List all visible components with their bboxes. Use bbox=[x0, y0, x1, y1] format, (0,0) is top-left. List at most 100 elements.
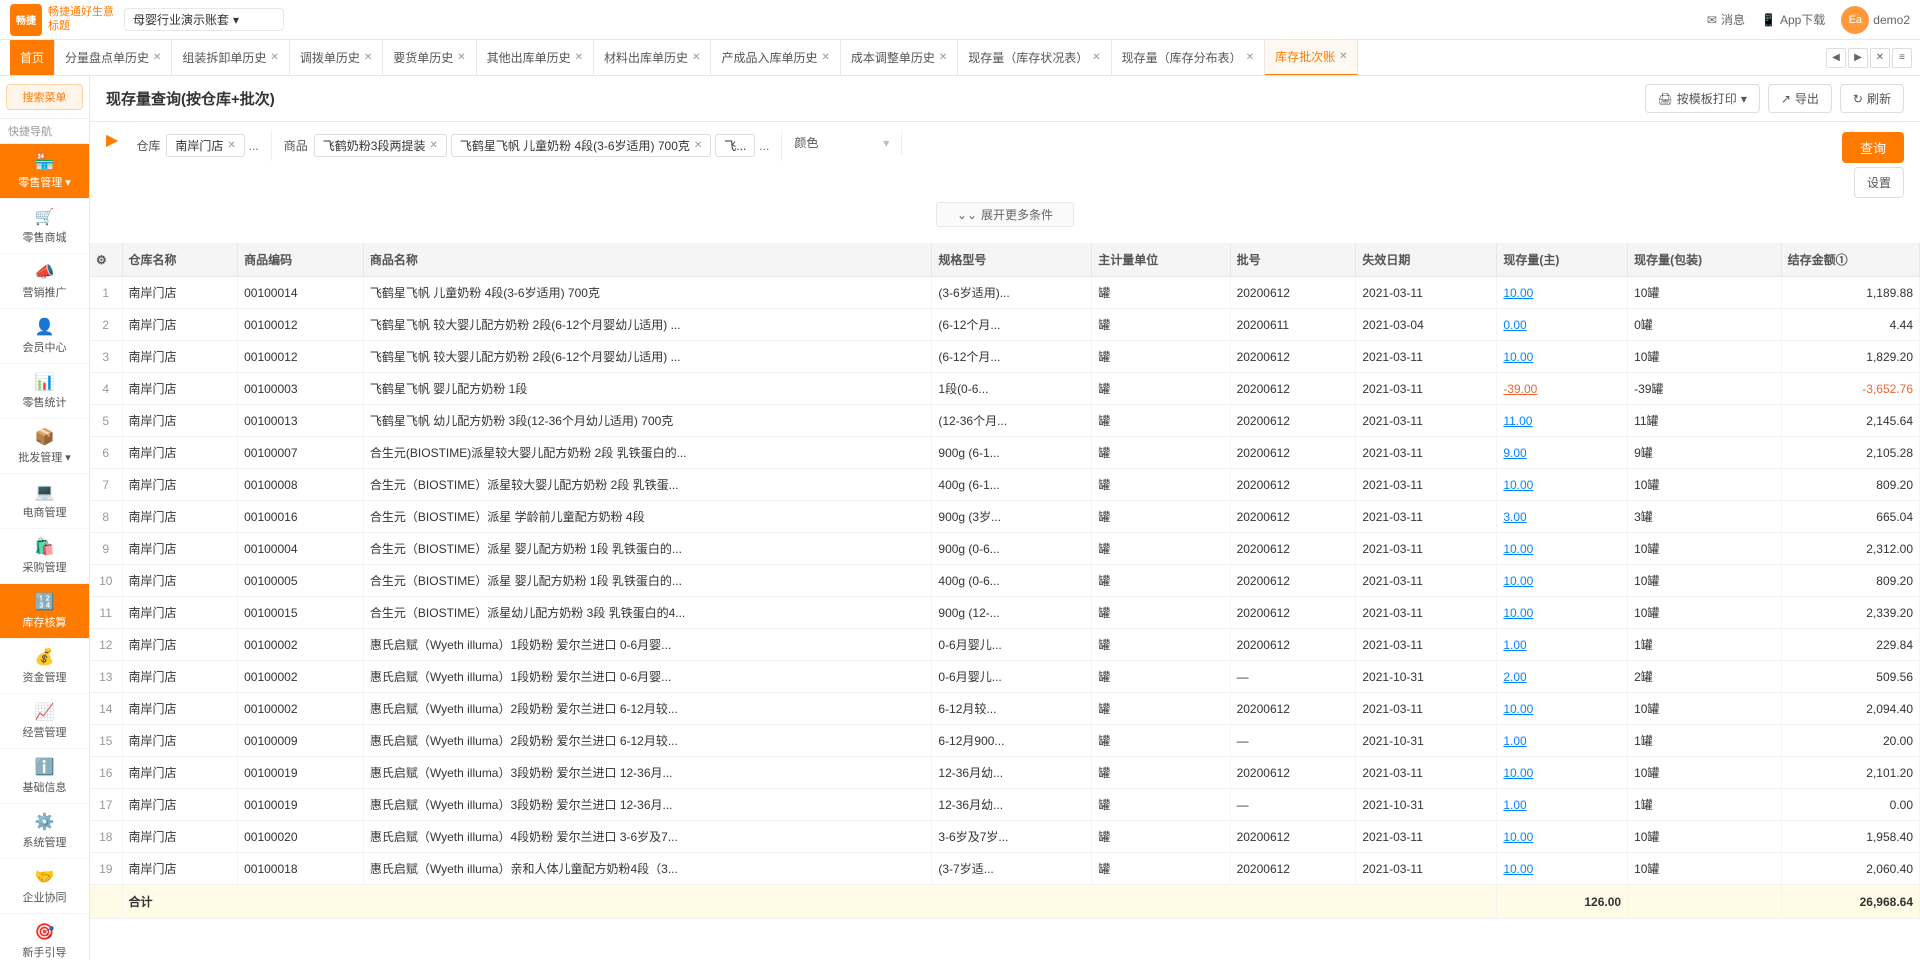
tab-disassemble[interactable]: 组装拆卸单历史 ✕ bbox=[172, 40, 289, 76]
row-stock-main[interactable]: -39.00 bbox=[1497, 373, 1628, 405]
tab-close-icon[interactable]: ✕ bbox=[153, 52, 161, 63]
settings-icon[interactable]: ⚙ bbox=[96, 253, 107, 267]
app-download-btn[interactable]: 📱 App下载 bbox=[1761, 11, 1825, 28]
row-stock-main[interactable]: 0.00 bbox=[1497, 309, 1628, 341]
tab-close-icon[interactable]: ✕ bbox=[1246, 52, 1254, 63]
top-bar: 畅捷 畅捷通好生意 标题 母婴行业演示账套 ▾ ✉ 消息 📱 App下载 Ea … bbox=[0, 0, 1920, 40]
color-dropdown-arrow[interactable]: ▾ bbox=[883, 136, 889, 150]
tab-nav-close[interactable]: ✕ bbox=[1870, 48, 1890, 68]
tab-nav-prev[interactable]: ◀ bbox=[1826, 48, 1846, 68]
tab-close-icon[interactable]: ✕ bbox=[1092, 52, 1100, 63]
sidebar-item-inventory[interactable]: 🔢 库存核算 bbox=[0, 584, 89, 639]
row-unit: 罐 bbox=[1092, 757, 1230, 789]
tab-batch-account[interactable]: 库存批次账 ✕ bbox=[1265, 40, 1358, 76]
row-stock-main[interactable]: 10.00 bbox=[1497, 597, 1628, 629]
tab-close-icon[interactable]: ✕ bbox=[1339, 51, 1347, 62]
row-balance: 229.84 bbox=[1781, 629, 1919, 661]
sidebar-item-wholesale[interactable]: 📦 批发管理 ▾ bbox=[0, 419, 89, 474]
setting-button[interactable]: 设置 bbox=[1854, 167, 1904, 198]
row-spec: (3-7岁适... bbox=[932, 853, 1092, 885]
row-balance: 0.00 bbox=[1781, 789, 1919, 821]
tab-pick[interactable]: 调拨单历史 ✕ bbox=[290, 40, 383, 76]
warehouse-more[interactable]: ... bbox=[249, 139, 259, 153]
tab-close-icon[interactable]: ✕ bbox=[692, 52, 700, 63]
row-stock-main[interactable]: 1.00 bbox=[1497, 789, 1628, 821]
tab-close-icon[interactable]: ✕ bbox=[939, 52, 947, 63]
export-btn[interactable]: ↗ 导出 bbox=[1768, 84, 1832, 113]
row-stock-main[interactable]: 10.00 bbox=[1497, 277, 1628, 309]
sidebar-item-operations[interactable]: 📈 经营管理 bbox=[0, 694, 89, 749]
table-row: 1 南岸门店 00100014 飞鹤星飞帆 儿童奶粉 4段(3-6岁适用) 70… bbox=[90, 277, 1920, 309]
guide-icon: 🎯 bbox=[6, 922, 83, 942]
product-tag-close-2[interactable]: ✕ bbox=[694, 140, 702, 151]
tab-close-icon[interactable]: ✕ bbox=[364, 52, 372, 63]
tab-nav-next[interactable]: ▶ bbox=[1848, 48, 1868, 68]
row-stock-main[interactable]: 3.00 bbox=[1497, 501, 1628, 533]
row-stock-main[interactable]: 10.00 bbox=[1497, 565, 1628, 597]
template-print-btn[interactable]: 🖨 按模板打印 ▾ bbox=[1645, 84, 1760, 113]
tab-close-icon[interactable]: ✕ bbox=[575, 52, 583, 63]
product-tag-more[interactable]: 飞... bbox=[715, 134, 755, 157]
tab-stock-count[interactable]: 分量盘点单历史 ✕ bbox=[55, 40, 172, 76]
row-spec: (12-36个月... bbox=[932, 405, 1092, 437]
row-name: 惠氏启赋（Wyeth illuma）1段奶粉 爱尔兰进口 0-6月婴... bbox=[363, 661, 931, 693]
tab-other-out[interactable]: 其他出库单历史 ✕ bbox=[477, 40, 594, 76]
row-stock-main[interactable]: 10.00 bbox=[1497, 533, 1628, 565]
sidebar-item-finance[interactable]: 💰 资金管理 bbox=[0, 639, 89, 694]
sidebar-item-member[interactable]: 👤 会员中心 bbox=[0, 309, 89, 364]
sidebar-item-basic-info[interactable]: ℹ️ 基础信息 bbox=[0, 749, 89, 804]
search-menu-btn[interactable]: 搜索菜单 bbox=[6, 84, 83, 110]
tab-close-icon[interactable]: ✕ bbox=[457, 52, 465, 63]
row-stock-main[interactable]: 10.00 bbox=[1497, 341, 1628, 373]
row-stock-main[interactable]: 1.00 bbox=[1497, 725, 1628, 757]
row-stock-main[interactable]: 2.00 bbox=[1497, 661, 1628, 693]
sidebar-item-ecommerce[interactable]: 💻 电商管理 bbox=[0, 474, 89, 529]
product-more[interactable]: ... bbox=[759, 139, 769, 153]
product-tag-close-1[interactable]: ✕ bbox=[429, 140, 437, 151]
tab-product-in[interactable]: 产成品入库单历史 ✕ bbox=[711, 40, 840, 76]
app-selector[interactable]: 母婴行业演示账套 ▾ bbox=[124, 8, 284, 31]
sidebar-item-retail-mgmt[interactable]: 🏪 零售管理 ▾ bbox=[0, 144, 89, 199]
sidebar-item-guide[interactable]: 🎯 新手引导 bbox=[0, 914, 89, 960]
row-stock-main[interactable]: 10.00 bbox=[1497, 469, 1628, 501]
row-spec: (6-12个月... bbox=[932, 341, 1092, 373]
row-stock-main[interactable]: 10.00 bbox=[1497, 693, 1628, 725]
sidebar-item-system[interactable]: ⚙️ 系统管理 bbox=[0, 804, 89, 859]
tab-home[interactable]: 首页 bbox=[10, 40, 55, 76]
row-stock-main[interactable]: 10.00 bbox=[1497, 821, 1628, 853]
sidebar-item-retail-stats[interactable]: 📊 零售统计 bbox=[0, 364, 89, 419]
sidebar-item-marketing[interactable]: 📣 营销推广 bbox=[0, 254, 89, 309]
tab-nav-more[interactable]: ≡ bbox=[1892, 48, 1912, 68]
row-warehouse: 南岸门店 bbox=[122, 309, 238, 341]
row-batch: 20200612 bbox=[1230, 533, 1356, 565]
query-button[interactable]: 查询 bbox=[1842, 132, 1904, 163]
expand-more-btn[interactable]: ⌄⌄ 展开更多条件 bbox=[936, 202, 1074, 227]
sidebar-item-retail-mall[interactable]: 🛒 零售商城 bbox=[0, 199, 89, 254]
tab-close-icon[interactable]: ✕ bbox=[821, 52, 829, 63]
row-stock-main[interactable]: 10.00 bbox=[1497, 757, 1628, 789]
refresh-btn[interactable]: ↻ 刷新 bbox=[1840, 84, 1904, 113]
warehouse-tag-nanandoor[interactable]: 南岸门店 ✕ bbox=[166, 134, 244, 157]
product-tag-xingfeifan[interactable]: 飞鹤星飞帆 儿童奶粉 4段(3-6岁适用) 700克 ✕ bbox=[451, 134, 711, 157]
row-stock-main[interactable]: 10.00 bbox=[1497, 853, 1628, 885]
table-row: 2 南岸门店 00100012 飞鹤星飞帆 较大婴儿配方奶粉 2段(6-12个月… bbox=[90, 309, 1920, 341]
sidebar-item-enterprise[interactable]: 🤝 企业协同 bbox=[0, 859, 89, 914]
tab-material-out[interactable]: 材料出库单历史 ✕ bbox=[594, 40, 711, 76]
tab-stock-dist[interactable]: 现存量（库存分布表） ✕ bbox=[1112, 40, 1265, 76]
row-warehouse: 南岸门店 bbox=[122, 341, 238, 373]
user-menu[interactable]: Ea demo2 bbox=[1841, 6, 1910, 34]
sidebar-item-purchase[interactable]: 🛍️ 采购管理 bbox=[0, 529, 89, 584]
message-btn[interactable]: ✉ 消息 bbox=[1707, 11, 1745, 28]
row-stock-main[interactable]: 1.00 bbox=[1497, 629, 1628, 661]
product-tag-feihe3[interactable]: 飞鹤奶粉3段两提装 ✕ bbox=[314, 134, 447, 157]
tab-cost-adjust[interactable]: 成本调整单历史 ✕ bbox=[841, 40, 958, 76]
row-batch: 20200612 bbox=[1230, 469, 1356, 501]
warehouse-tag-close[interactable]: ✕ bbox=[227, 140, 235, 151]
tab-stock-status[interactable]: 现存量（库存状况表） ✕ bbox=[958, 40, 1111, 76]
tab-requisition[interactable]: 要货单历史 ✕ bbox=[383, 40, 476, 76]
filter-expand-arrow[interactable]: ▶ bbox=[106, 130, 118, 150]
tab-close-icon[interactable]: ✕ bbox=[270, 52, 278, 63]
col-settings[interactable]: ⚙ bbox=[90, 243, 122, 277]
row-stock-main[interactable]: 11.00 bbox=[1497, 405, 1628, 437]
row-stock-main[interactable]: 9.00 bbox=[1497, 437, 1628, 469]
